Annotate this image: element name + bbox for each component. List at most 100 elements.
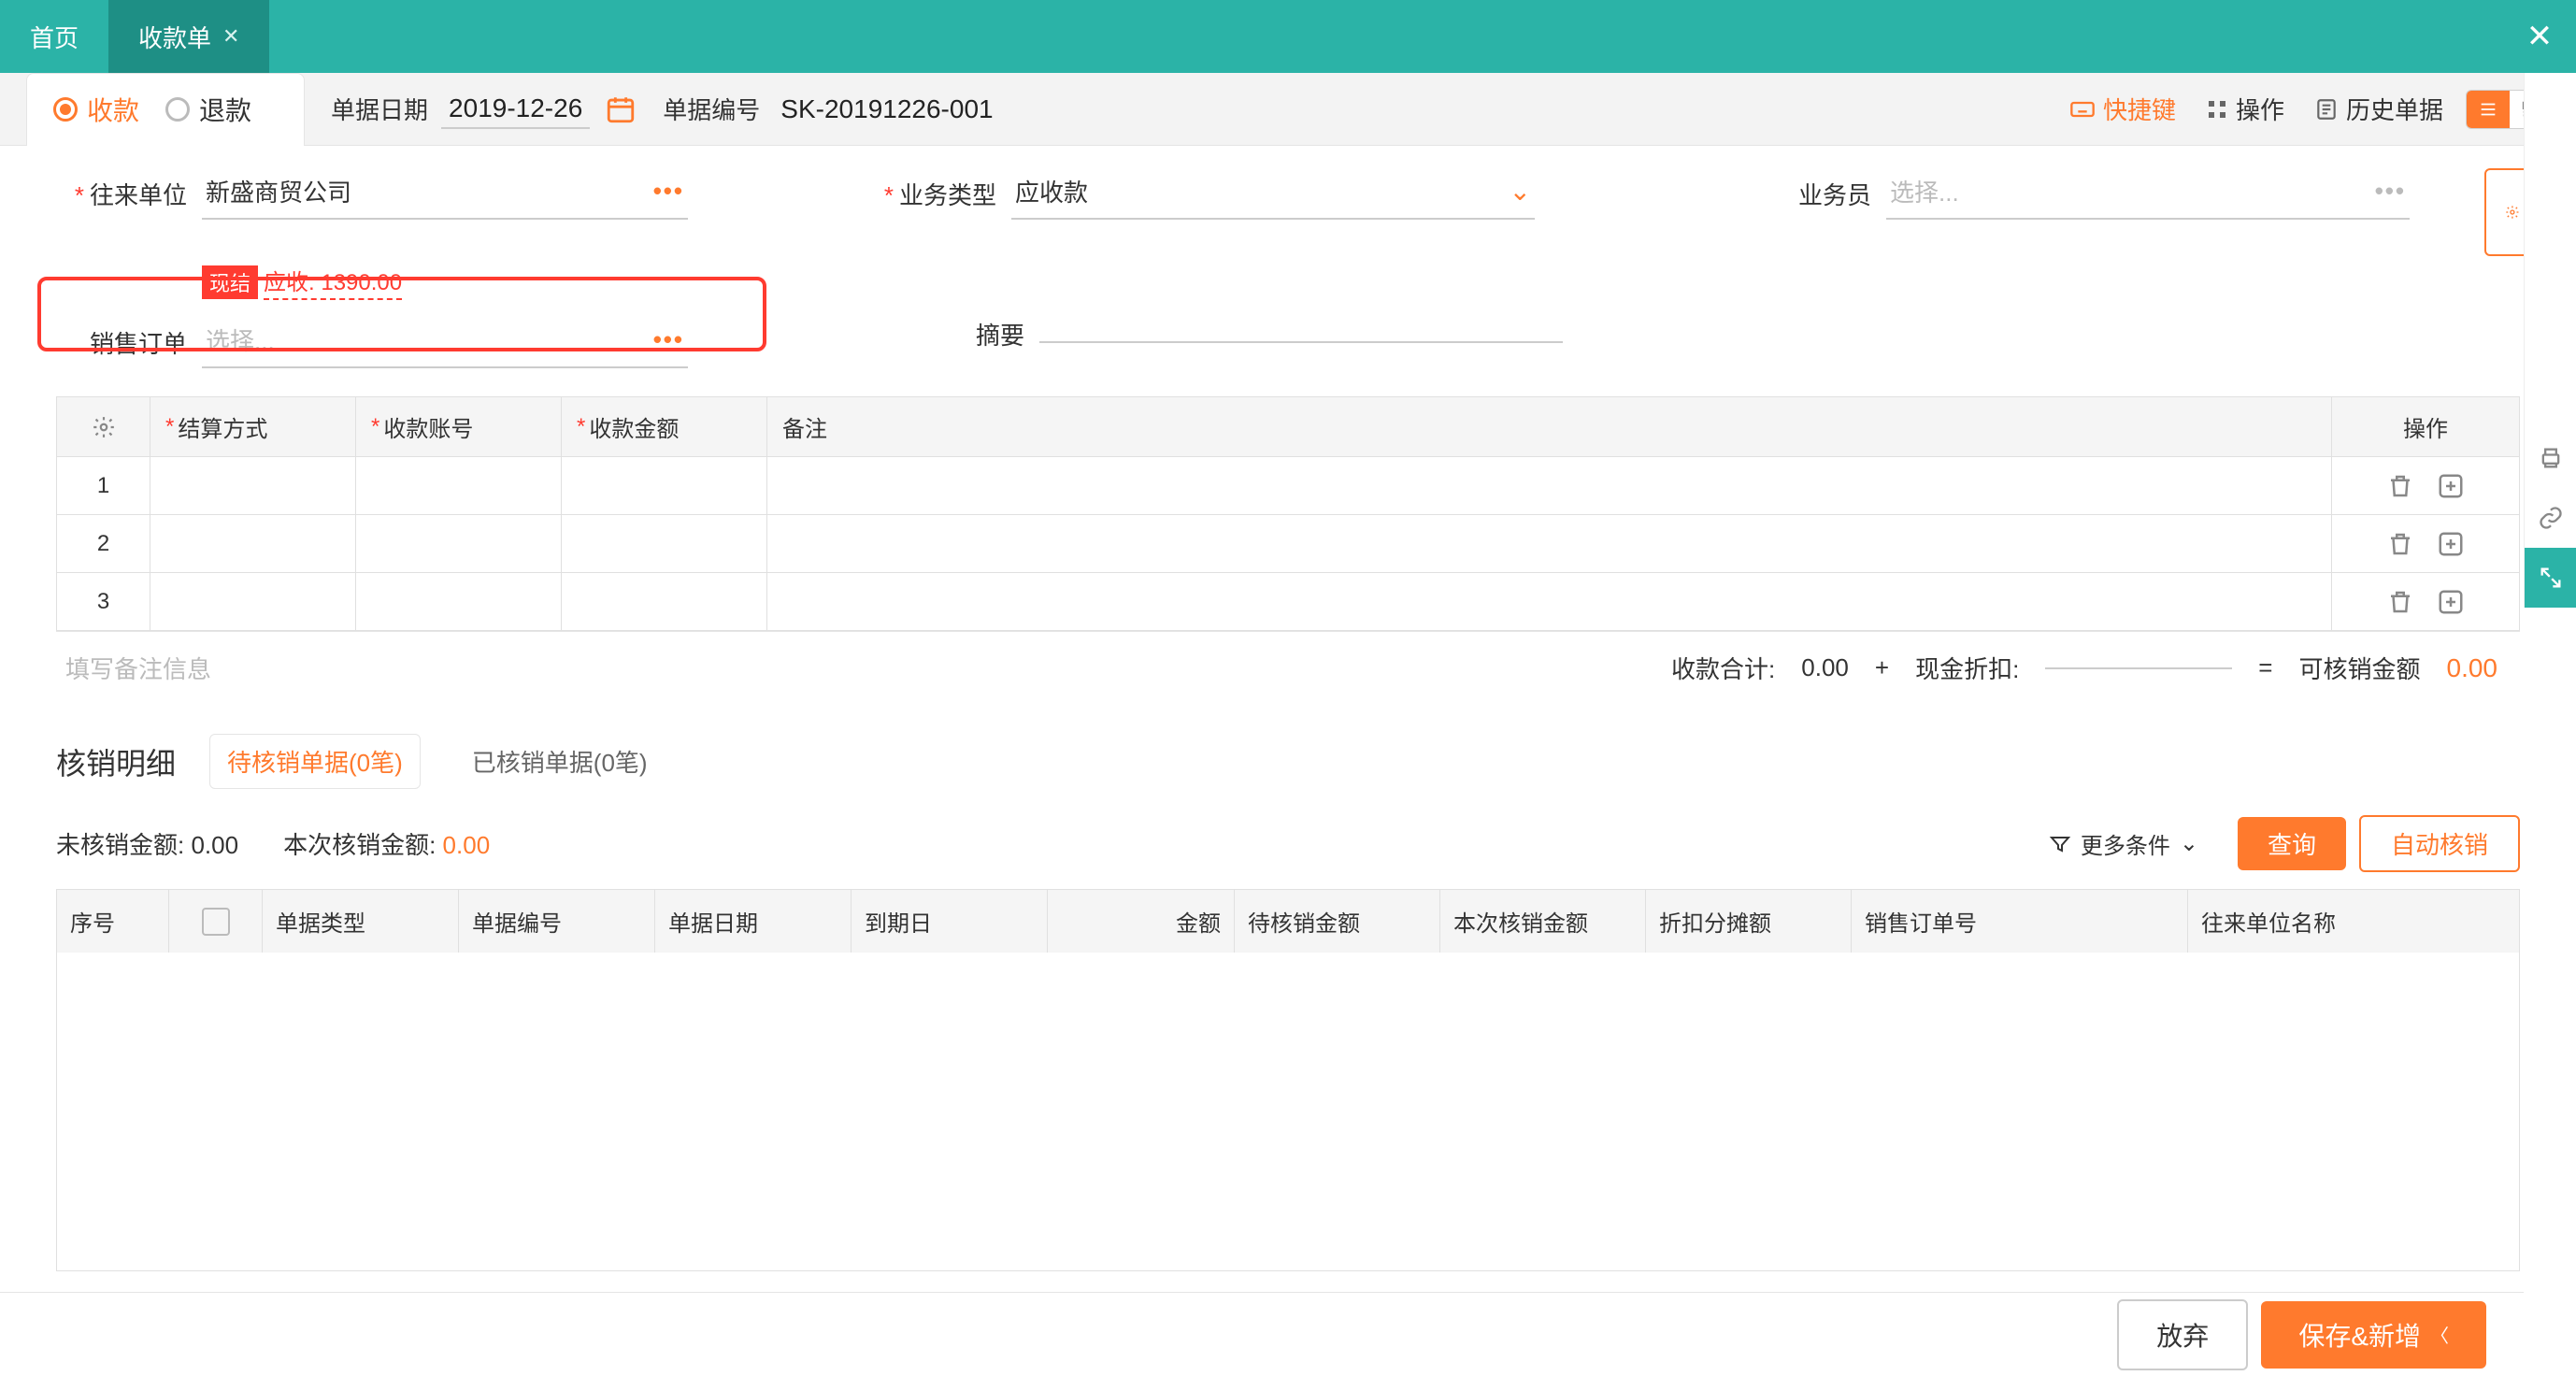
customer-label: 往来单位: [90, 181, 187, 209]
add-row-icon[interactable]: [2437, 588, 2465, 616]
col-duedate: 到期日: [852, 890, 1048, 953]
printer-icon: [2538, 445, 2564, 471]
salesman-field: 业务员 选择... •••: [1740, 168, 2410, 220]
discard-button[interactable]: 放弃: [2117, 1299, 2248, 1370]
date-label: 单据日期: [331, 92, 428, 126]
col-customer: 往来单位名称: [2188, 890, 2519, 953]
summary-bar: 填写备注信息 收款合计: 0.00 + 现金折扣: = 可核销金额 0.00: [56, 631, 2520, 715]
delete-row-icon[interactable]: [2386, 588, 2414, 616]
gear-icon: [2505, 201, 2520, 223]
app-tabstrip: 首页 收款单 ✕ ✕: [0, 0, 2576, 73]
query-button[interactable]: 查询: [2238, 817, 2346, 870]
customer-field: *往来单位 新盛商贸公司 •••: [56, 168, 688, 220]
col-remark: 备注: [782, 410, 827, 443]
chevron-up-icon: 〈: [2430, 1321, 2449, 1348]
expand-icon: [2538, 565, 2564, 591]
col-docdate: 单据日期: [655, 890, 852, 953]
col-sales-order: 销售订单号: [1852, 890, 2188, 953]
window-close-button[interactable]: ✕: [2503, 0, 2576, 73]
add-row-icon[interactable]: [2437, 530, 2465, 558]
date-value[interactable]: 2019-12-26: [441, 90, 590, 129]
entry-row[interactable]: 1: [57, 456, 2519, 514]
toolbar: 收款 退款 单据日期 2019-12-26 单据编号 SK-20191226-0…: [0, 73, 2576, 146]
save-new-button[interactable]: 保存&新增 〈: [2261, 1301, 2486, 1369]
checkbox-icon: [202, 908, 230, 936]
discount-label: 现金折扣:: [1915, 651, 2019, 685]
operate-button[interactable]: 操作: [2206, 92, 2284, 126]
tab-current[interactable]: 收款单 ✕: [108, 0, 269, 73]
shortcut-label: 快捷键: [2103, 92, 2176, 126]
summary-field: 摘要: [866, 317, 1563, 351]
discount-input[interactable]: [2045, 667, 2232, 669]
add-row-icon[interactable]: [2437, 472, 2465, 500]
writeoff-header: 序号 单据类型 单据编号 单据日期 到期日 金额 待核销金额 本次核销金额 折扣…: [57, 890, 2519, 953]
entry-table: *结算方式 *收款账号 *收款金额 备注 操作 1 2 3: [56, 396, 2520, 631]
salesman-placeholder: 选择...: [1890, 174, 1959, 208]
salesman-input[interactable]: 选择... •••: [1886, 168, 2410, 220]
col-amount: 收款金额: [589, 410, 679, 443]
biztype-label: 业务类型: [899, 181, 996, 209]
docno-value: SK-20191226-001: [773, 91, 1000, 128]
tab-current-label: 收款单: [138, 20, 211, 54]
entry-row[interactable]: 2: [57, 514, 2519, 572]
tab-pending-writeoff[interactable]: 待核销单据(0笔): [209, 734, 421, 789]
customer-input[interactable]: 新盛商贸公司 •••: [202, 168, 688, 220]
shortcut-button[interactable]: 快捷键: [2069, 92, 2176, 126]
delete-row-icon[interactable]: [2386, 472, 2414, 500]
writeoff-body-empty: [57, 953, 2519, 1270]
chevron-down-icon: ⌄: [2180, 830, 2198, 857]
tab-home-label: 首页: [30, 20, 79, 54]
col-settle: 结算方式: [178, 410, 267, 443]
col-ops: 操作: [2403, 410, 2448, 443]
keyboard-icon: [2069, 96, 2096, 122]
history-button[interactable]: 历史单据: [2314, 92, 2443, 126]
col-checkbox[interactable]: [169, 890, 263, 953]
side-expand-button[interactable]: [2525, 548, 2576, 608]
col-docno: 单据编号: [459, 890, 655, 953]
writeoff-title: 核销明细: [56, 740, 176, 783]
customer-value: 新盛商贸公司: [206, 174, 351, 208]
col-doctype: 单据类型: [263, 890, 459, 953]
side-link-button[interactable]: [2525, 488, 2576, 548]
more-conditions-label: 更多条件: [2081, 827, 2170, 860]
writeable-label: 可核销金额: [2298, 651, 2420, 685]
ellipsis-icon[interactable]: •••: [2375, 177, 2406, 206]
biztype-field: *业务类型 应收款 ⌄: [866, 168, 1535, 220]
calendar-icon[interactable]: [605, 93, 637, 125]
auto-writeoff-button[interactable]: 自动核销: [2359, 815, 2520, 872]
link-icon: [2538, 505, 2564, 531]
ellipsis-icon[interactable]: •••: [653, 177, 684, 206]
row-seq: 2: [57, 515, 150, 572]
radio-dot-icon: [165, 97, 190, 122]
col-amount: 金额: [1048, 890, 1235, 953]
mode-receive-radio[interactable]: 收款: [53, 91, 139, 128]
entry-row[interactable]: 3: [57, 572, 2519, 630]
col-discount-share: 折扣分摊额: [1646, 890, 1852, 953]
unwritten-value: 0.00: [191, 831, 238, 859]
unwritten-label: 未核销金额:: [56, 831, 184, 859]
more-conditions-button[interactable]: 更多条件 ⌄: [2049, 827, 2198, 860]
tab-close-icon[interactable]: ✕: [222, 24, 239, 49]
side-print-button[interactable]: [2525, 428, 2576, 488]
equals-symbol: =: [2258, 653, 2272, 682]
tab-done-writeoff[interactable]: 已核销单据(0笔): [454, 734, 665, 789]
total-label: 收款合计:: [1671, 651, 1775, 685]
total-value: 0.00: [1801, 653, 1849, 682]
view-list-button[interactable]: [2467, 91, 2510, 128]
remark-input[interactable]: 填写备注信息: [65, 651, 720, 685]
mode-refund-radio[interactable]: 退款: [165, 91, 251, 128]
operate-label: 操作: [2236, 92, 2284, 126]
history-label: 历史单据: [2346, 92, 2443, 126]
docno-label: 单据编号: [663, 92, 760, 126]
highlight-box: [37, 277, 766, 351]
save-new-label: 保存&新增: [2298, 1316, 2421, 1354]
summary-input[interactable]: [1039, 326, 1563, 343]
mode-toggle: 收款 退款: [26, 73, 305, 146]
entry-settings-button[interactable]: [57, 397, 150, 456]
writeable-value: 0.00: [2447, 653, 2498, 683]
footer: 放弃 保存&新增 〈: [0, 1292, 2524, 1376]
biztype-input[interactable]: 应收款 ⌄: [1011, 168, 1535, 220]
delete-row-icon[interactable]: [2386, 530, 2414, 558]
tab-home[interactable]: 首页: [0, 0, 108, 73]
gear-icon: [92, 415, 116, 439]
